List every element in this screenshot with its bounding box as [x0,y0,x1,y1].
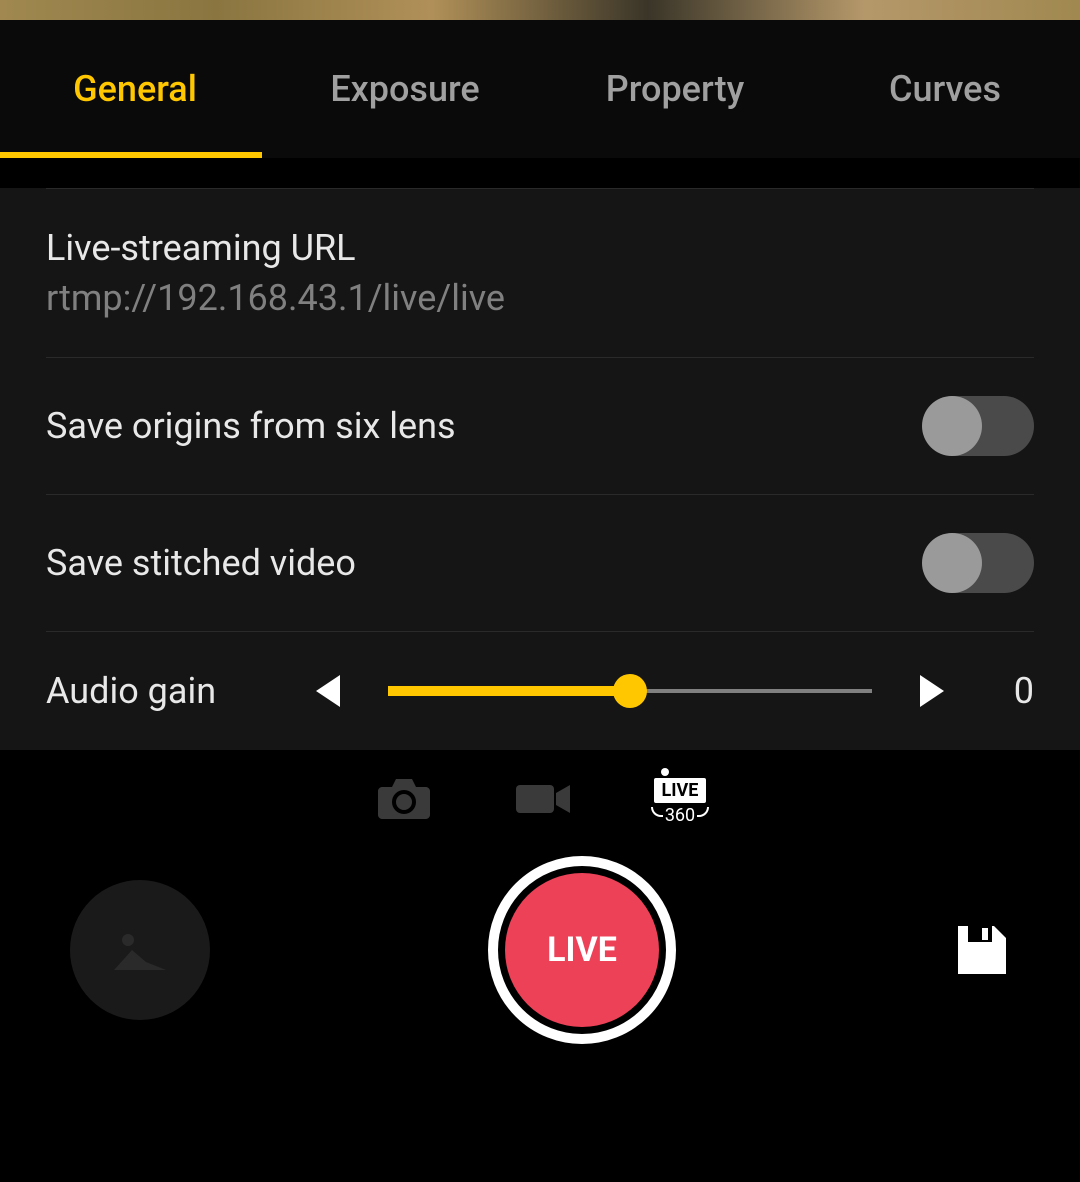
toggle-knob [922,396,982,456]
save-stitched-toggle[interactable] [924,533,1034,593]
audio-gain-increase-button[interactable] [920,675,944,707]
image-icon [110,926,170,974]
audio-gain-label: Audio gain [46,670,316,712]
tab-property[interactable]: Property [540,20,810,158]
record-button-label: LIVE [505,873,659,1027]
settings-panel: Live-streaming URL rtmp://192.168.43.1/l… [0,188,1080,750]
setting-livestream-url[interactable]: Live-streaming URL rtmp://192.168.43.1/l… [46,188,1034,358]
live-record-button[interactable]: LIVE [488,856,676,1044]
live-mode-button[interactable]: LIVE 360 [654,778,707,826]
tabs-bar: General Exposure Property Curves [0,20,1080,158]
save-origins-label: Save origins from six lens [46,405,456,447]
mode-indicator-dot [661,768,669,776]
live-badge-text: LIVE [654,778,707,803]
header-image-strip [0,0,1080,20]
camera-icon [377,777,431,821]
audio-gain-value: 0 [974,670,1034,712]
setting-save-stitched: Save stitched video [46,495,1034,632]
save-button[interactable] [954,922,1010,978]
photo-mode-button[interactable] [374,774,434,824]
tab-curves[interactable]: Curves [810,20,1080,158]
live-360-text: 360 [665,805,695,826]
mode-selector: LIVE 360 [0,750,1080,826]
slider-thumb[interactable] [613,674,647,708]
toggle-knob [922,533,982,593]
video-mode-button[interactable] [514,774,574,824]
save-icon [954,922,1010,978]
audio-gain-decrease-button[interactable] [316,675,340,707]
audio-gain-slider[interactable] [388,689,872,693]
bottom-controls: LIVE [0,856,1080,1044]
tab-general[interactable]: General [0,20,270,158]
setting-audio-gain: Audio gain 0 [46,632,1034,750]
gallery-button[interactable] [70,880,210,1020]
video-icon [514,779,574,819]
livestream-url-value: rtmp://192.168.43.1/live/live [46,277,1034,319]
setting-save-origins: Save origins from six lens [46,358,1034,495]
tab-exposure[interactable]: Exposure [270,20,540,158]
save-stitched-label: Save stitched video [46,542,356,584]
bottom-bar: LIVE 360 LIVE [0,750,1080,1134]
slider-fill [388,686,640,696]
save-origins-toggle[interactable] [924,396,1034,456]
livestream-url-label: Live-streaming URL [46,227,1034,269]
